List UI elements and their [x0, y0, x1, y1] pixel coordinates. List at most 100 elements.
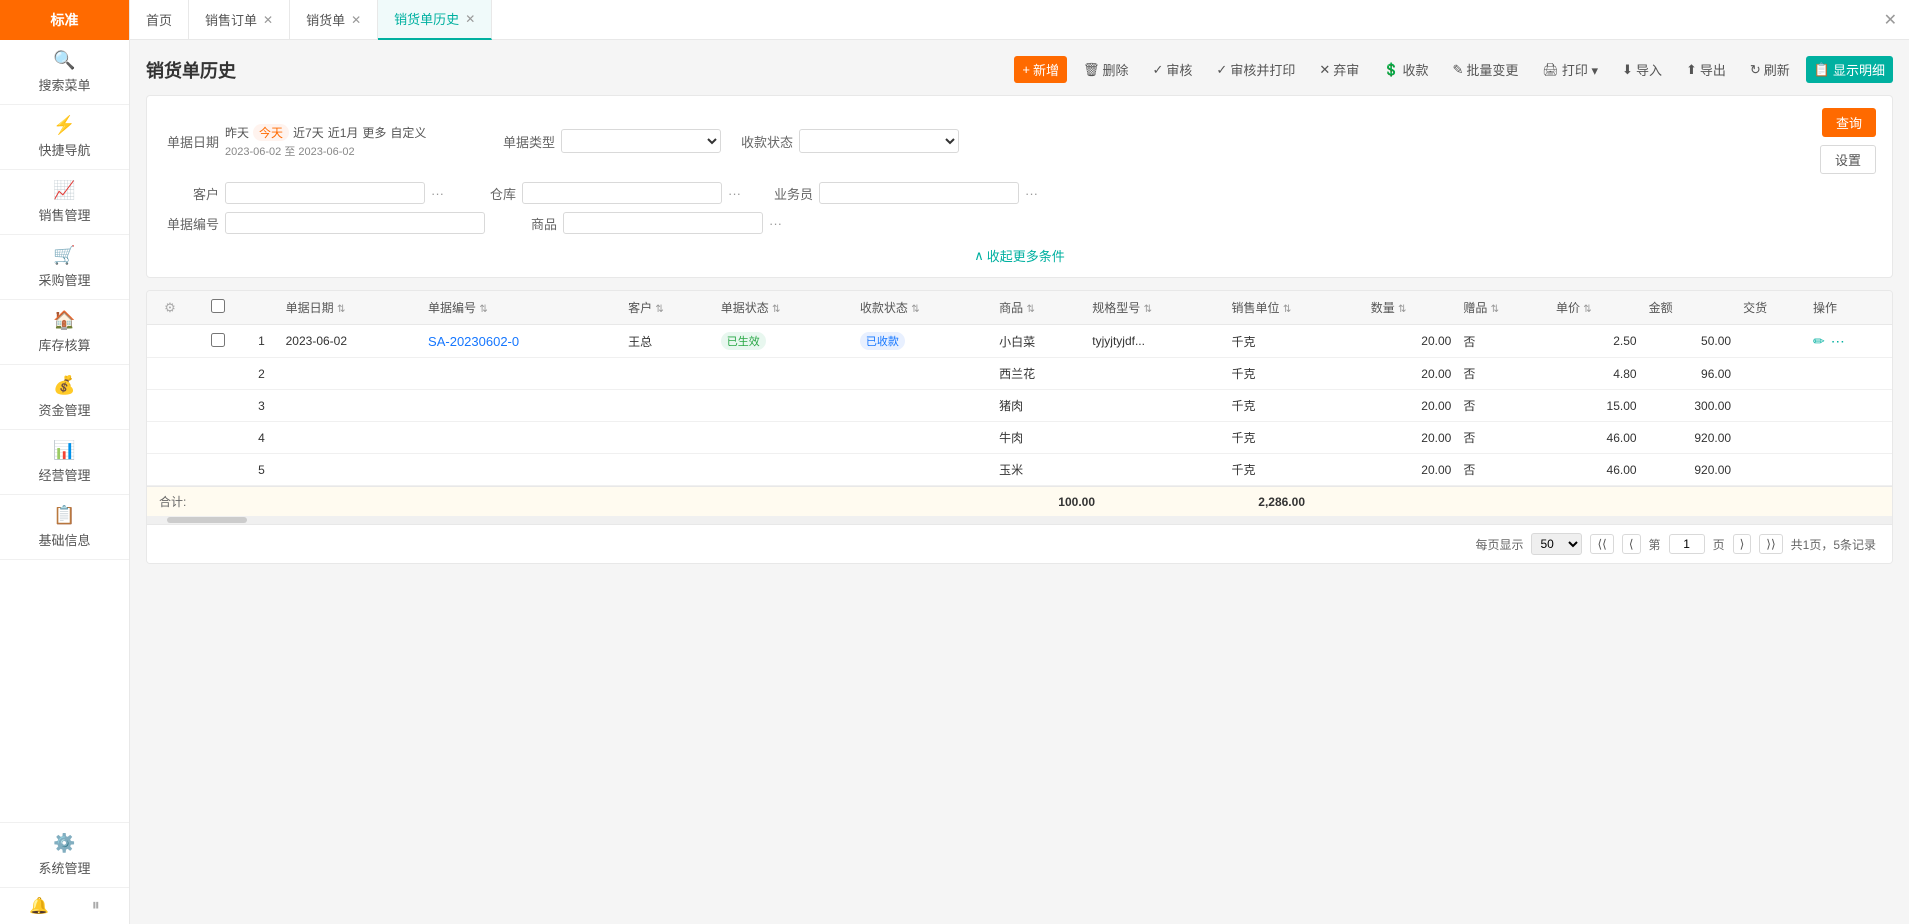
- page-number-input[interactable]: [1669, 534, 1705, 554]
- sort-docstatus-icon: ⇅: [772, 304, 780, 315]
- filter-warehouse-input[interactable]: [522, 182, 722, 204]
- tab-sales-delivery[interactable]: 销货单 ✕: [290, 0, 378, 40]
- horizontal-scrollbar[interactable]: [147, 516, 1892, 524]
- filter-doc-no-input[interactable]: [225, 212, 485, 234]
- th-payment-status[interactable]: 收款状态 ⇅: [854, 291, 993, 325]
- th-doc-status[interactable]: 单据状态 ⇅: [715, 291, 854, 325]
- td-goods: 小白菜: [993, 325, 1086, 358]
- th-spec[interactable]: 规格型号 ⇅: [1086, 291, 1225, 325]
- sidebar-item-quick-nav[interactable]: ⚡ 快捷导航: [0, 105, 129, 170]
- date-quick-btns: 昨天 今天 近7天 近1月 更多 自定义: [225, 124, 426, 141]
- audit-button[interactable]: ✓ 审核: [1144, 56, 1200, 83]
- collapse-arrow-icon: ∧: [974, 248, 984, 264]
- scrollbar-thumb[interactable]: [167, 517, 247, 523]
- purchase-icon: 🛒: [53, 245, 75, 266]
- sidebar-footer-icon2[interactable]: ⏸: [92, 897, 100, 915]
- date-quick-yesterday[interactable]: 昨天: [225, 124, 249, 141]
- collapse-button[interactable]: ∧ 收起更多条件: [163, 242, 1876, 265]
- th-settings: ⚙: [147, 291, 193, 325]
- filter-row-3: 单据编号 商品 ···: [163, 212, 1876, 234]
- next-page-button[interactable]: ⟩: [1733, 534, 1752, 554]
- sidebar-item-basic-info[interactable]: 📋 基础信息: [0, 495, 129, 560]
- column-settings-icon[interactable]: ⚙: [164, 300, 176, 315]
- filter-goods-ellipsis[interactable]: ···: [769, 216, 782, 231]
- sidebar-item-purchase[interactable]: 🛒 采购管理: [0, 235, 129, 300]
- select-all-checkbox[interactable]: [211, 299, 225, 313]
- td-payment-status: [854, 390, 993, 422]
- row-checkbox[interactable]: [211, 333, 225, 347]
- th-date[interactable]: 单据日期 ⇅: [280, 291, 422, 325]
- sidebar-footer-icon1[interactable]: 🔔: [29, 896, 49, 916]
- sidebar-item-system[interactable]: ⚙️ 系统管理: [0, 822, 129, 888]
- tab-sales-delivery-close[interactable]: ✕: [351, 13, 361, 27]
- more-action-btn[interactable]: ⋯: [1831, 333, 1845, 350]
- per-page-select[interactable]: 50 10 20 100: [1531, 533, 1582, 555]
- td-customer: [622, 390, 715, 422]
- tab-bar-close-all[interactable]: ✕: [1872, 10, 1909, 30]
- sidebar-item-inventory[interactable]: 🏠 库存核算: [0, 300, 129, 365]
- table-card: ⚙ 单据日期 ⇅ 单据编号 ⇅ 客户 ⇅ 单据状态 ⇅ 收款状态 ⇅ 商品 ⇅: [146, 290, 1893, 564]
- td-spec: [1086, 390, 1225, 422]
- print-button[interactable]: 🖨 打印 ▾: [1534, 56, 1606, 83]
- sidebar: 标准 🔍 搜索菜单 ⚡ 快捷导航 📈 销售管理 🛒 采购管理 🏠 库存核算 💰 …: [0, 0, 130, 924]
- td-seq: 3: [243, 390, 279, 422]
- th-goods[interactable]: 商品 ⇅: [993, 291, 1086, 325]
- sidebar-item-label: 基础信息: [38, 530, 90, 549]
- export-button[interactable]: ⬆ 导出: [1678, 56, 1734, 83]
- query-button[interactable]: 查询: [1822, 108, 1876, 137]
- sidebar-item-sales[interactable]: 📈 销售管理: [0, 170, 129, 235]
- tab-home[interactable]: 首页: [130, 0, 189, 40]
- th-customer[interactable]: 客户 ⇅: [622, 291, 715, 325]
- filter-settings-button[interactable]: 设置: [1820, 145, 1876, 174]
- delete-button[interactable]: 🗑 删除: [1075, 56, 1137, 83]
- sidebar-item-search-menu[interactable]: 🔍 搜索菜单: [0, 40, 129, 105]
- audit-print-button[interactable]: ✓ 审核并打印: [1208, 56, 1303, 83]
- sidebar-item-label: 快捷导航: [38, 140, 90, 159]
- system-icon: ⚙️: [53, 833, 75, 854]
- tab-sales-order-close[interactable]: ✕: [263, 13, 273, 27]
- prev-page-button[interactable]: ⟨: [1622, 534, 1641, 554]
- th-gift[interactable]: 赠品 ⇅: [1457, 291, 1550, 325]
- sort-goods-icon: ⇅: [1026, 304, 1034, 315]
- td-doc-status: [715, 422, 854, 454]
- filter-salesperson-input[interactable]: [819, 182, 1019, 204]
- filter-doc-type-select[interactable]: [561, 129, 721, 153]
- last-page-button[interactable]: ⟩⟩: [1759, 534, 1782, 554]
- edit-action-btn[interactable]: ✏: [1813, 333, 1825, 350]
- import-button[interactable]: ⬇ 导入: [1614, 56, 1670, 83]
- tab-sales-history-close[interactable]: ✕: [465, 12, 475, 26]
- date-quick-1month[interactable]: 近1月: [328, 124, 359, 141]
- filter-customer-input[interactable]: [225, 182, 425, 204]
- refresh-button[interactable]: ↻ 刷新: [1742, 56, 1798, 83]
- filter-goods-input[interactable]: [563, 212, 763, 234]
- show-detail-button[interactable]: 📋 显示明细: [1806, 56, 1893, 83]
- th-unit-price[interactable]: 单价 ⇅: [1550, 291, 1643, 325]
- filter-customer: 客户 ···: [163, 182, 444, 204]
- abandon-label: 弃审: [1333, 60, 1359, 79]
- th-qty[interactable]: 数量 ⇅: [1365, 291, 1458, 325]
- date-quick-today[interactable]: 今天: [253, 124, 289, 141]
- first-page-button[interactable]: ⟨⟨: [1590, 534, 1613, 554]
- filter-warehouse-ellipsis[interactable]: ···: [728, 186, 741, 201]
- th-unit[interactable]: 销售单位 ⇅: [1225, 291, 1364, 325]
- filter-customer-ellipsis[interactable]: ···: [431, 186, 444, 201]
- collect-button[interactable]: 💲 收款: [1375, 56, 1436, 83]
- batch-change-button[interactable]: ✎ 批量变更: [1444, 56, 1526, 83]
- filter-payment-status-select[interactable]: [799, 129, 959, 153]
- date-quick-more[interactable]: 更多: [362, 124, 386, 141]
- new-button[interactable]: + 新增: [1014, 56, 1067, 83]
- sidebar-item-finance[interactable]: 💰 资金管理: [0, 365, 129, 430]
- tab-sales-history[interactable]: 销货单历史 ✕: [378, 0, 492, 40]
- date-quick-7days[interactable]: 近7天: [293, 124, 324, 141]
- search-menu-icon: 🔍: [53, 50, 75, 71]
- filter-salesperson-ellipsis[interactable]: ···: [1025, 186, 1038, 201]
- doc-no-link[interactable]: SA-20230602-0: [428, 334, 519, 349]
- td-gift: 否: [1457, 325, 1550, 358]
- date-quick-custom[interactable]: 自定义: [390, 124, 426, 141]
- abandon-button[interactable]: ✕ 弃审: [1311, 56, 1367, 83]
- tab-sales-order[interactable]: 销售订单 ✕: [189, 0, 290, 40]
- filter-date-label: 单据日期: [163, 132, 219, 151]
- sidebar-item-operations[interactable]: 📊 经营管理: [0, 430, 129, 495]
- td-spec: tyjyjtyjdf...: [1086, 325, 1225, 358]
- th-doc-no[interactable]: 单据编号 ⇅: [422, 291, 622, 325]
